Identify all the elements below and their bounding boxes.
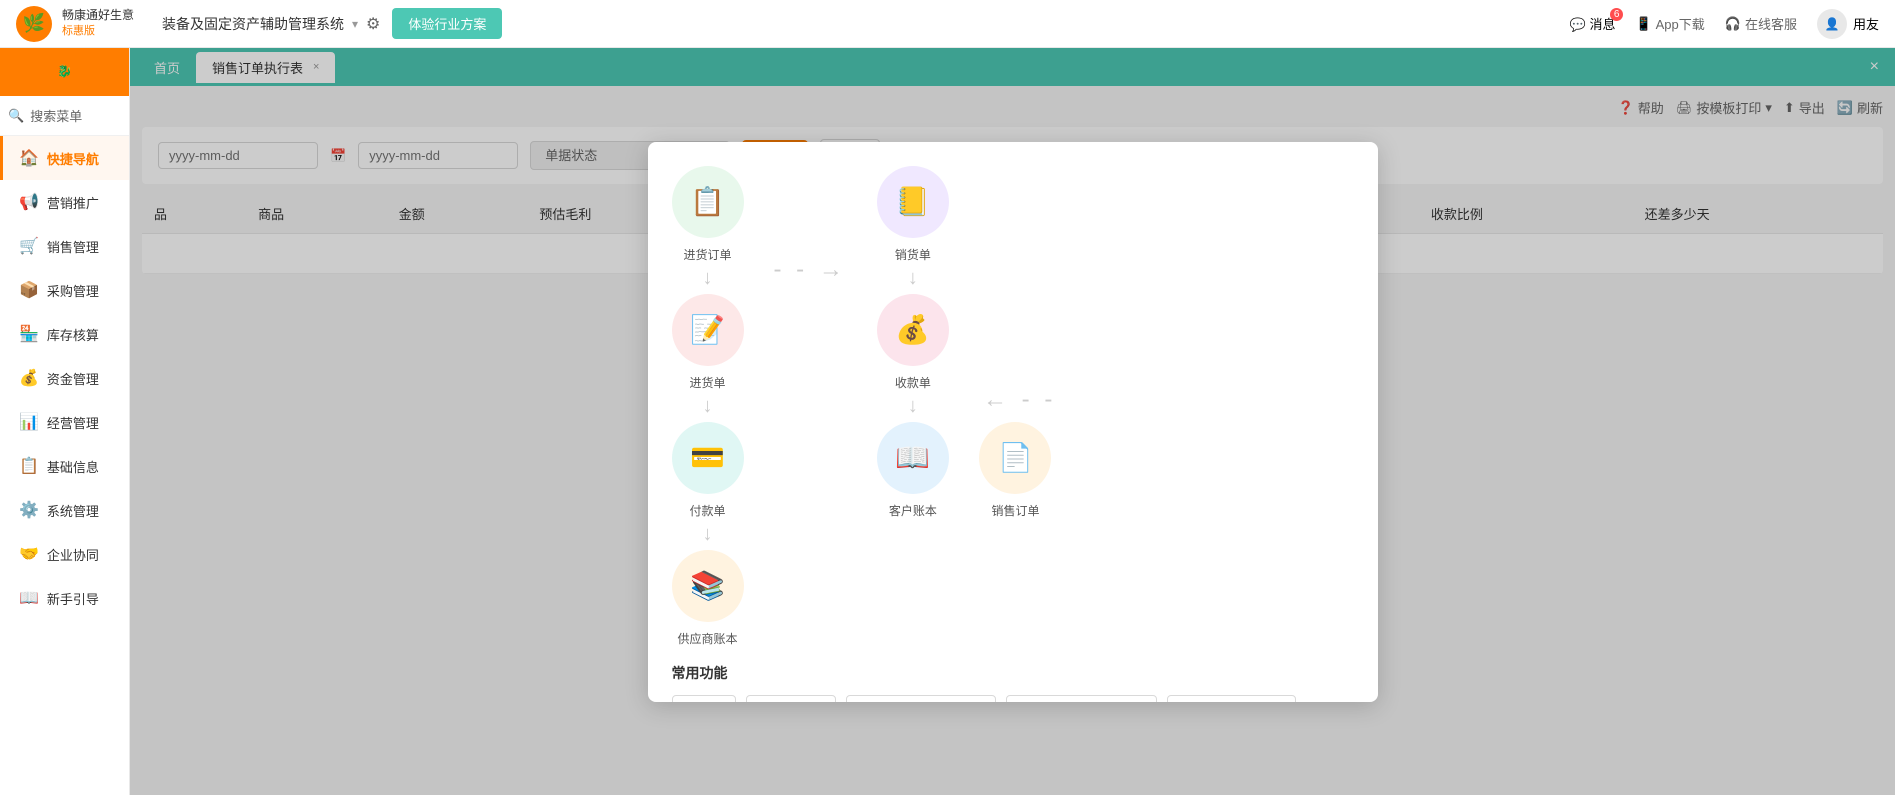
avatar: 👤 (1817, 9, 1847, 39)
sidebar-item-label: 系统管理 (47, 501, 99, 520)
sidebar-item-system[interactable]: ⚙️ 系统管理 (0, 488, 129, 532)
finance-icon: 💰 (19, 368, 39, 388)
arrow-down-sb: ↓ (908, 267, 918, 290)
arrow-down-1: ↓ (703, 267, 713, 290)
online-service-button[interactable]: 🎧 在线客服 (1725, 14, 1797, 33)
sidebar-item-newbie[interactable]: 📖 新手引导 (0, 576, 129, 620)
sidebar-item-label: 销售管理 (47, 237, 99, 256)
system-title: 装备及固定资产辅助管理系统 (162, 14, 344, 34)
flow-item-supplier-ledger[interactable]: 📚 供应商账本 (672, 550, 744, 647)
payment-icon: 💳 (672, 422, 744, 494)
payment-label: 付款单 (689, 502, 725, 519)
system-dropdown-icon[interactable]: ▾ (352, 17, 358, 31)
search-label: 搜索菜单 (30, 106, 82, 125)
sidebar-item-base-info[interactable]: 📋 基础信息 (0, 444, 129, 488)
sidebar-item-label: 经营管理 (47, 413, 99, 432)
sales-bill-label: 销货单 (895, 246, 931, 263)
receipt-icon: 💰 (877, 294, 949, 366)
func-btn-units[interactable]: 往来单位 (746, 695, 836, 702)
func-btn-sales-profit[interactable]: 销售毛利分析表 (1167, 695, 1296, 702)
purchase-icon: 📦 (19, 280, 39, 300)
sidebar-item-label: 快捷导航 (47, 149, 99, 168)
flow-item-payment[interactable]: 💳 付款单 (672, 422, 744, 519)
func-btn-stock-status[interactable]: 现存量(库存状况表) (846, 695, 997, 702)
sidebar-nav: 🏠 快捷导航 📢 营销推广 🛒 销售管理 📦 采购管理 🏪 库存核 (0, 136, 129, 795)
search-icon: 🔍 (8, 108, 24, 124)
horizontal-arrow-1: - - → (774, 256, 847, 284)
sidebar-item-enterprise[interactable]: 🤝 企业协同 (0, 532, 129, 576)
sidebar-item-purchase[interactable]: 📦 采购管理 (0, 268, 129, 312)
sidebar-search[interactable]: 🔍 搜索菜单 (0, 96, 129, 136)
arrow-down-rc: ↓ (908, 395, 918, 418)
purchase-bill-icon: 📝 (672, 294, 744, 366)
sidebar-item-label: 营销推广 (47, 193, 99, 212)
sidebar-item-label: 新手引导 (47, 589, 99, 608)
purchase-order-icon: 📋 (672, 166, 744, 238)
sidebar-logo: 🐉 (0, 48, 129, 96)
settings-icon[interactable]: ⚙ (366, 14, 380, 34)
user-menu[interactable]: 👤 用友 (1817, 9, 1879, 39)
sales-bill-icon: 📒 (877, 166, 949, 238)
sidebar-item-sales[interactable]: 🛒 销售管理 (0, 224, 129, 268)
func-btn-goods[interactable]: 商品 (672, 695, 736, 702)
sidebar-item-finance[interactable]: 💰 资金管理 (0, 356, 129, 400)
flow-item-purchase-order[interactable]: 📋 进货订单 (672, 166, 744, 263)
purchase-order-label: 进货订单 (683, 246, 731, 263)
sidebar-item-label: 库存核算 (47, 325, 99, 344)
receipt-label: 收款单 (895, 374, 931, 391)
message-icon: 💬 (1570, 17, 1586, 32)
inventory-icon: 🏪 (19, 324, 39, 344)
flow-item-customer-ledger[interactable]: 📖 客户账本 (877, 422, 949, 519)
app-sub: 标惠版 (62, 24, 134, 39)
sales-order-icon: 📄 (979, 422, 1051, 494)
app-logo: 🌿 (16, 6, 52, 42)
user-name: 用友 (1853, 14, 1879, 33)
app-download-button[interactable]: 📱 App下载 (1635, 14, 1704, 33)
horizontal-arrow-2: - - → (979, 386, 1052, 414)
sidebar-item-label: 资金管理 (47, 369, 99, 388)
sidebar-item-label: 基础信息 (47, 457, 99, 476)
common-functions-title: 常用功能 (672, 663, 1354, 683)
sidebar-item-label: 企业协同 (47, 545, 99, 564)
sidebar-item-quick-nav[interactable]: 🏠 快捷导航 (0, 136, 129, 180)
purchase-bill-label: 进货单 (689, 374, 725, 391)
flow-item-sales-bill[interactable]: 📒 销货单 (877, 166, 949, 263)
experience-button[interactable]: 体验行业方案 (392, 8, 502, 39)
modal-overlay[interactable]: 📋 进货订单 ↓ 📝 进货单 ↓ (130, 48, 1895, 795)
sales-icon: 🛒 (19, 236, 39, 256)
supplier-ledger-label: 供应商账本 (677, 630, 737, 647)
home-icon: 🏠 (19, 148, 39, 168)
arrow-down-2: ↓ (703, 395, 713, 418)
sidebar-item-inventory[interactable]: 🏪 库存核算 (0, 312, 129, 356)
flow-item-sales-order[interactable]: 📄 销售订单 (979, 422, 1051, 519)
sidebar-item-marketing[interactable]: 📢 营销推广 (0, 180, 129, 224)
arrow-down-3: ↓ (703, 523, 713, 546)
app-name: 畅康通好生意 (62, 7, 134, 24)
flow-item-purchase-bill[interactable]: 📝 进货单 (672, 294, 744, 391)
func-btn-stock-dist[interactable]: 现存量(库存分布表) (1006, 695, 1157, 702)
download-icon: 📱 (1635, 16, 1651, 32)
system-icon: ⚙️ (19, 500, 39, 520)
enterprise-icon: 🤝 (19, 544, 39, 564)
operations-icon: 📊 (19, 412, 39, 432)
sidebar-item-operations[interactable]: 📊 经营管理 (0, 400, 129, 444)
quick-nav-modal: 📋 进货订单 ↓ 📝 进货单 ↓ (648, 142, 1378, 702)
marketing-icon: 📢 (19, 192, 39, 212)
flow-item-receipt[interactable]: 💰 收款单 (877, 294, 949, 391)
newbie-icon: 📖 (19, 588, 39, 608)
customer-ledger-label: 客户账本 (889, 502, 937, 519)
supplier-ledger-icon: 📚 (672, 550, 744, 622)
sidebar-item-label: 采购管理 (47, 281, 99, 300)
message-button[interactable]: 💬 消息 6 (1570, 14, 1616, 33)
message-badge: 6 (1610, 8, 1624, 21)
base-info-icon: 📋 (19, 456, 39, 476)
headset-icon: 🎧 (1725, 16, 1741, 32)
function-buttons: 商品 往来单位 现存量(库存状况表) 现存量(库存分布表) 销售毛利分析表 商品… (672, 695, 1354, 702)
sales-order-label: 销售订单 (991, 502, 1039, 519)
customer-ledger-icon: 📖 (877, 422, 949, 494)
